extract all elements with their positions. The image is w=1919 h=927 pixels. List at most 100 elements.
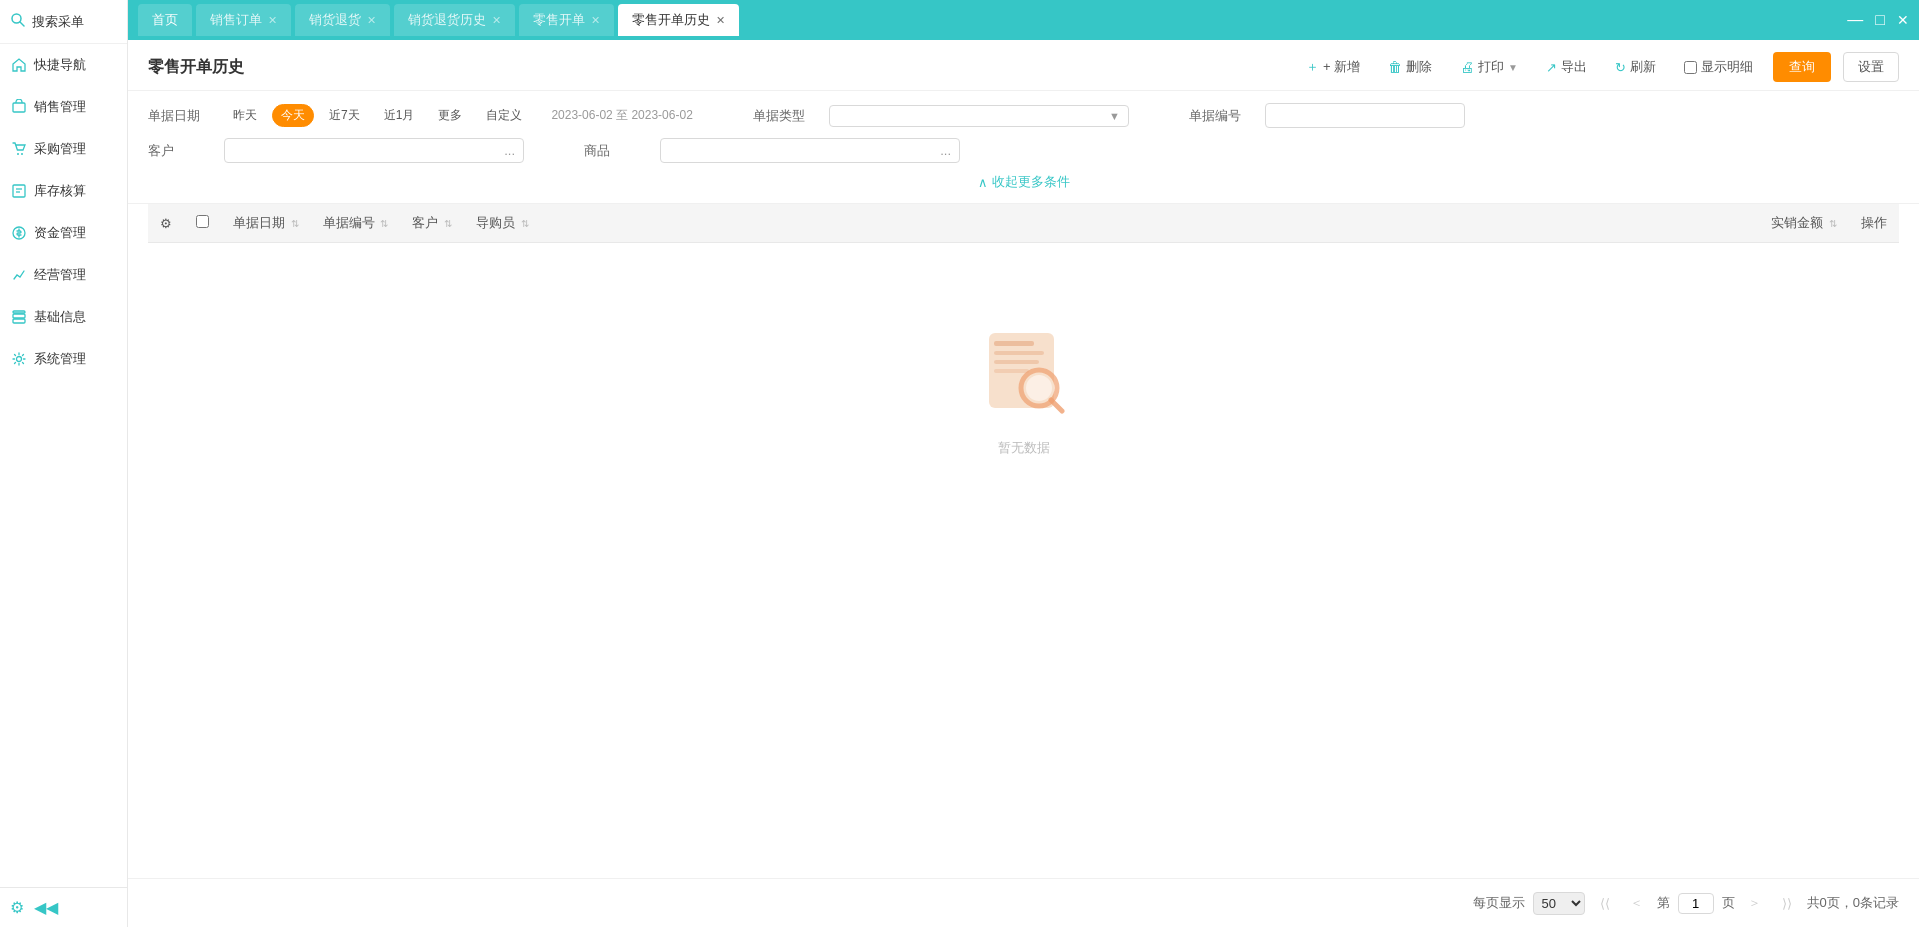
svg-rect-16: [994, 360, 1039, 364]
tab-retail-open-history[interactable]: 零售开单历史 ✕: [618, 4, 739, 36]
number-filter-input[interactable]: [1265, 103, 1465, 128]
page-title: 零售开单历史: [148, 57, 244, 78]
collapse-more-button[interactable]: ∧ 收起更多条件: [148, 173, 1899, 191]
tab-retail-open-label: 零售开单: [533, 11, 585, 29]
sidebar-item-sales-mgmt[interactable]: 销售管理: [0, 86, 127, 128]
date-btn-today[interactable]: 今天: [272, 104, 314, 127]
table-col-checkbox[interactable]: [184, 204, 221, 243]
print-button[interactable]: 🖨 打印 ▼: [1452, 54, 1526, 80]
sidebar-collapse-button[interactable]: ◀◀: [34, 898, 58, 917]
type-filter-select[interactable]: ▼: [829, 105, 1129, 127]
print-icon: 🖨: [1460, 59, 1474, 75]
export-button[interactable]: ↗ 导出: [1538, 54, 1595, 80]
refresh-button[interactable]: ↻ 刷新: [1607, 54, 1664, 80]
col-action-label: 操作: [1861, 215, 1887, 230]
tab-retail-open[interactable]: 零售开单 ✕: [519, 4, 614, 36]
main-content: 首页 销售订单 ✕ 销货退货 ✕ 销货退货历史 ✕ 零售开单 ✕ 零售开单历史 …: [128, 0, 1919, 927]
tab-close-icon[interactable]: ✕: [268, 14, 277, 27]
pagination-page-input[interactable]: 1: [1678, 893, 1714, 914]
chevron-up-icon: ∧: [978, 175, 988, 190]
tab-close-icon[interactable]: ✕: [716, 14, 725, 27]
customer-filter-label: 客户: [148, 142, 204, 160]
pagination-next-button[interactable]: ＞: [1743, 891, 1767, 915]
tab-home[interactable]: 首页: [138, 4, 192, 36]
goods-filter-select[interactable]: ...: [660, 138, 960, 163]
filter-row-1: 单据日期 昨天 今天 近7天 近1月 更多 自定义 2023-06-02 至 2…: [148, 103, 1899, 128]
pagination-last-button[interactable]: ⟩⟩: [1775, 891, 1799, 915]
sort-arrows-icon[interactable]: ⇅: [521, 218, 529, 229]
page-header: 零售开单历史 ＋ + 新增 🗑 删除 🖨 打印 ▼ ↗ 导出: [128, 40, 1919, 91]
display-detail-checkbox[interactable]: [1684, 61, 1697, 74]
tab-retail-open-history-label: 零售开单历史: [632, 11, 710, 29]
date-btn-more[interactable]: 更多: [429, 104, 471, 127]
sort-arrows-icon[interactable]: ⇅: [291, 218, 299, 229]
tab-close-icon[interactable]: ✕: [591, 14, 600, 27]
add-icon: ＋: [1306, 58, 1319, 76]
select-all-checkbox[interactable]: [196, 215, 209, 228]
sidebar-item-label: 采购管理: [34, 140, 86, 158]
collapse-more-label: 收起更多条件: [992, 173, 1070, 191]
tab-home-label: 首页: [152, 11, 178, 29]
table-col-action: 操作: [1849, 204, 1899, 243]
date-btn-yesterday[interactable]: 昨天: [224, 104, 266, 127]
add-button[interactable]: ＋ + 新增: [1298, 54, 1368, 80]
date-btn-custom[interactable]: 自定义: [477, 104, 531, 127]
table-col-settings[interactable]: ⚙: [148, 204, 184, 243]
sidebar: 搜索采单 快捷导航 销售管理 采购管理: [0, 0, 128, 927]
tab-close-icon[interactable]: ✕: [492, 14, 501, 27]
goods-dots-icon: ...: [940, 143, 951, 158]
pagination-first-button[interactable]: ⟨⟨: [1593, 891, 1617, 915]
sidebar-bottom: ⚙ ◀◀: [0, 887, 127, 927]
empty-text: 暂无数据: [998, 439, 1050, 457]
window-minimize-button[interactable]: —: [1847, 11, 1863, 29]
svg-rect-5: [13, 185, 25, 197]
sidebar-item-purchase-mgmt[interactable]: 采购管理: [0, 128, 127, 170]
tab-close-icon[interactable]: ✕: [367, 14, 376, 27]
sidebar-item-operations[interactable]: 经营管理: [0, 254, 127, 296]
sort-arrows-icon[interactable]: ⇅: [444, 218, 452, 229]
sidebar-search[interactable]: 搜索采单: [0, 0, 127, 44]
col-customer-label: 客户: [412, 215, 438, 230]
svg-rect-11: [13, 311, 25, 313]
sidebar-item-base-info[interactable]: 基础信息: [0, 296, 127, 338]
sidebar-item-finance[interactable]: 资金管理: [0, 212, 127, 254]
sidebar-item-quick-nav[interactable]: 快捷导航: [0, 44, 127, 86]
date-btn-1month[interactable]: 近1月: [375, 104, 424, 127]
pagination-page-label: 第: [1657, 894, 1670, 912]
svg-point-4: [21, 153, 23, 155]
sort-arrows-icon[interactable]: ⇅: [380, 218, 388, 229]
sidebar-item-sys-mgmt[interactable]: 系统管理: [0, 338, 127, 380]
settings-gear-button[interactable]: ⚙: [10, 898, 24, 917]
sidebar-item-label: 资金管理: [34, 224, 86, 242]
settings-button[interactable]: 设置: [1843, 52, 1899, 82]
svg-point-3: [17, 153, 19, 155]
window-close-button[interactable]: ✕: [1897, 12, 1909, 28]
table-col-amount: 实销金额 ⇅: [1759, 204, 1849, 243]
delete-button[interactable]: 🗑 删除: [1380, 54, 1440, 80]
col-guide-label: 导购员: [476, 215, 515, 230]
customer-filter-select[interactable]: ...: [224, 138, 524, 163]
table-col-customer: 客户 ⇅: [400, 204, 464, 243]
tab-sales-return-history[interactable]: 销货退货历史 ✕: [394, 4, 515, 36]
window-maximize-button[interactable]: □: [1875, 11, 1885, 29]
delete-icon: 🗑: [1388, 59, 1402, 75]
filter-row-2: 客户 ... 商品 ...: [148, 138, 1899, 163]
sort-arrows-icon[interactable]: ⇅: [1829, 218, 1837, 229]
tab-sales-return[interactable]: 销货退货 ✕: [295, 4, 390, 36]
data-table: ⚙ 单据日期 ⇅ 单据编号 ⇅: [148, 204, 1899, 243]
per-page-select[interactable]: 50 20 100: [1533, 892, 1585, 915]
date-btn-7days[interactable]: 近7天: [320, 104, 369, 127]
purchase-icon: [10, 140, 28, 158]
svg-line-1: [20, 22, 24, 26]
sidebar-item-inventory[interactable]: 库存核算: [0, 170, 127, 212]
pagination-total-info: 共0页，0条记录: [1807, 894, 1899, 912]
table-header: ⚙ 单据日期 ⇅ 单据编号 ⇅: [148, 204, 1899, 243]
pagination-prev-button[interactable]: ＜: [1625, 891, 1649, 915]
finance-icon: [10, 224, 28, 242]
query-button[interactable]: 查询: [1773, 52, 1831, 82]
number-filter-label: 单据编号: [1189, 107, 1245, 125]
display-detail-button[interactable]: 显示明细: [1676, 54, 1761, 80]
tab-sales-order[interactable]: 销售订单 ✕: [196, 4, 291, 36]
svg-rect-15: [994, 351, 1044, 355]
content-area: 零售开单历史 ＋ + 新增 🗑 删除 🖨 打印 ▼ ↗ 导出: [128, 40, 1919, 927]
